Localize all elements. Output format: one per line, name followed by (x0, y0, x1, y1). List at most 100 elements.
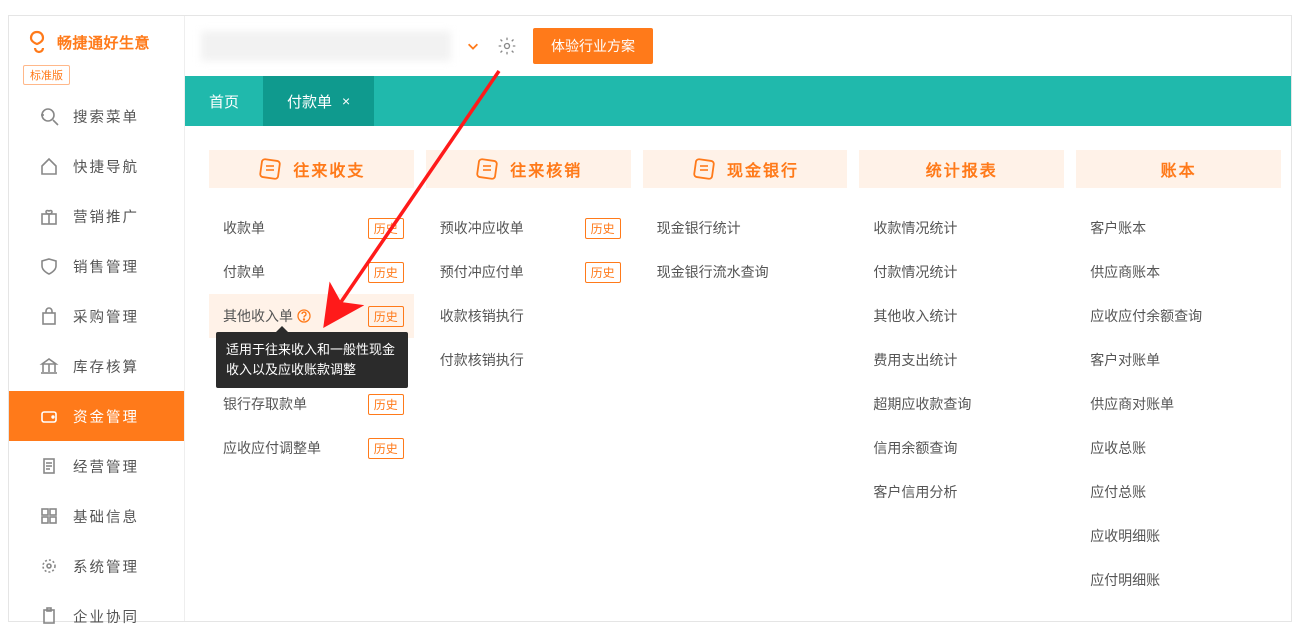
nav-item-doc[interactable]: 经营管理 (9, 441, 184, 491)
nav-item-bag[interactable]: 采购管理 (9, 291, 184, 341)
menu-item[interactable]: 应收应付余额查询 (1076, 294, 1281, 338)
menu-item-label: 客户对账单 (1090, 350, 1160, 370)
menu-item[interactable]: 客户信用分析 (859, 470, 1064, 514)
home-icon (39, 156, 59, 176)
menu-item-label: 应收总账 (1090, 438, 1146, 458)
nav-item-cog[interactable]: 系统管理 (9, 541, 184, 591)
menu-item[interactable]: 付款单历史 (209, 250, 414, 294)
tab-bar: 首页 付款单 × (185, 76, 1291, 126)
menu-item[interactable]: 应收总账 (1076, 426, 1281, 470)
menu-item[interactable]: 现金银行统计 (643, 206, 848, 250)
grid-icon (39, 506, 59, 526)
nav-item-label: 资金管理 (73, 406, 139, 427)
menu-item[interactable]: 银行存取款单 历史 (209, 382, 414, 426)
tab-0[interactable]: 首页 (185, 76, 263, 126)
menu-item-label: 预付冲应付单 (440, 262, 524, 282)
column-header-icon (257, 156, 283, 182)
menu-item-label: 超期应收款查询 (873, 394, 971, 414)
bank-icon (39, 356, 59, 376)
nav-item-label: 经营管理 (73, 456, 139, 477)
org-selector[interactable] (201, 31, 451, 61)
history-tag[interactable]: 历史 (368, 438, 404, 459)
wallet-icon (39, 406, 59, 426)
menu-item[interactable]: 收款情况统计 (859, 206, 1064, 250)
menu-item[interactable]: 付款情况统计 (859, 250, 1064, 294)
brand-logo-icon (25, 30, 49, 54)
chevron-down-icon[interactable] (465, 38, 481, 54)
nav-item-label: 企业协同 (73, 606, 139, 627)
nav-item-search[interactable]: 搜索菜单 (9, 91, 184, 141)
nav-item-label: 营销推广 (73, 206, 139, 227)
tab-1[interactable]: 付款单 × (263, 76, 374, 126)
column-header: 统计报表 (859, 150, 1064, 188)
nav-item-grid[interactable]: 基础信息 (9, 491, 184, 541)
menu-item[interactable]: 现金银行流水查询 (643, 250, 848, 294)
menu-item[interactable]: 超期应收款查询 (859, 382, 1064, 426)
menu-item[interactable]: 应付总账 (1076, 470, 1281, 514)
history-tag[interactable]: 历史 (368, 394, 404, 415)
column-header-icon (474, 156, 500, 182)
menu-item[interactable]: 收款核销执行 (426, 294, 631, 338)
menu-item[interactable]: 预收冲应收单 历史 (426, 206, 631, 250)
menu-item-label: 费用支出统计 (873, 350, 957, 370)
history-tag[interactable]: 历史 (368, 218, 404, 239)
column-4: 账本客户账本供应商账本应收应付余额查询客户对账单供应商对账单应收总账应付总账应收… (1076, 150, 1281, 611)
menu-item[interactable]: 应收明细账 (1076, 514, 1281, 558)
menu-item-label: 现金银行流水查询 (657, 262, 769, 282)
history-tag[interactable]: 历史 (368, 262, 404, 283)
column-3: 统计报表收款情况统计付款情况统计其他收入统计费用支出统计超期应收款查询信用余额查… (859, 150, 1064, 611)
nav-item-label: 基础信息 (73, 506, 139, 527)
nav-item-label: 搜索菜单 (73, 106, 139, 127)
bag-icon (39, 306, 59, 326)
history-tag[interactable]: 历史 (585, 262, 621, 283)
menu-item-label: 银行存取款单 (223, 394, 307, 414)
menu-item[interactable]: 供应商对账单 (1076, 382, 1281, 426)
column-title: 往来收支 (293, 157, 365, 181)
menu-item-label: 应收明细账 (1090, 526, 1160, 546)
nav-item-home[interactable]: 快捷导航 (9, 141, 184, 191)
column-title: 现金银行 (727, 157, 799, 181)
history-tag[interactable]: 历史 (368, 306, 404, 327)
menu-item[interactable]: 费用支出统计 (859, 338, 1064, 382)
history-tag[interactable]: 历史 (585, 218, 621, 239)
menu-item[interactable]: 应付明细账 (1076, 558, 1281, 602)
column-header: 往来核销 (426, 150, 631, 188)
nav-item-bank[interactable]: 库存核算 (9, 341, 184, 391)
gift-icon (39, 206, 59, 226)
nav-item-gift[interactable]: 营销推广 (9, 191, 184, 241)
tab-label: 付款单 (287, 91, 332, 112)
edition-badge: 标准版 (23, 65, 70, 85)
menu-item[interactable]: 应收应付调整单 历史 (209, 426, 414, 470)
brand: 畅捷通好生意 (9, 16, 184, 66)
menu-item[interactable]: 付款核销执行 (426, 338, 631, 382)
menu-item-label: 其他收入单 (223, 306, 311, 326)
doc-icon (39, 456, 59, 476)
close-icon[interactable]: × (342, 93, 350, 109)
menu-item-label: 信用余额查询 (873, 438, 957, 458)
column-header: 现金银行 (643, 150, 848, 188)
menu-item[interactable]: 客户对账单 (1076, 338, 1281, 382)
menu-item[interactable]: 收款单 历史 (209, 206, 414, 250)
menu-item[interactable]: 客户账本 (1076, 206, 1281, 250)
menu-item[interactable]: 预付冲应付单 历史 (426, 250, 631, 294)
menu-item-label: 收款情况统计 (873, 218, 957, 238)
tooltip: 适用于往来收入和一般性现金收入以及应收账款调整 (216, 332, 408, 388)
column-title: 账本 (1161, 157, 1197, 181)
gear-icon[interactable] (495, 34, 519, 58)
cta-button[interactable]: 体验行业方案 (533, 28, 653, 64)
menu-item-label: 收款单 (223, 218, 265, 238)
menu-item-label: 预收冲应收单 (440, 218, 524, 238)
menu-item-label: 应收应付调整单 (223, 438, 321, 458)
nav-item-label: 库存核算 (73, 356, 139, 377)
menu-item-label: 客户账本 (1090, 218, 1146, 238)
menu-item[interactable]: 供应商账本 (1076, 250, 1281, 294)
nav-item-clip[interactable]: 企业协同 (9, 591, 184, 641)
menu-item-label: 应付明细账 (1090, 570, 1160, 590)
tab-label: 首页 (209, 91, 239, 112)
menu-item[interactable]: 信用余额查询 (859, 426, 1064, 470)
column-header: 账本 (1076, 150, 1281, 188)
nav-item-wallet[interactable]: 资金管理 (9, 391, 184, 441)
menu-item[interactable]: 其他收入统计 (859, 294, 1064, 338)
help-icon[interactable] (297, 309, 311, 323)
nav-item-shield[interactable]: 销售管理 (9, 241, 184, 291)
